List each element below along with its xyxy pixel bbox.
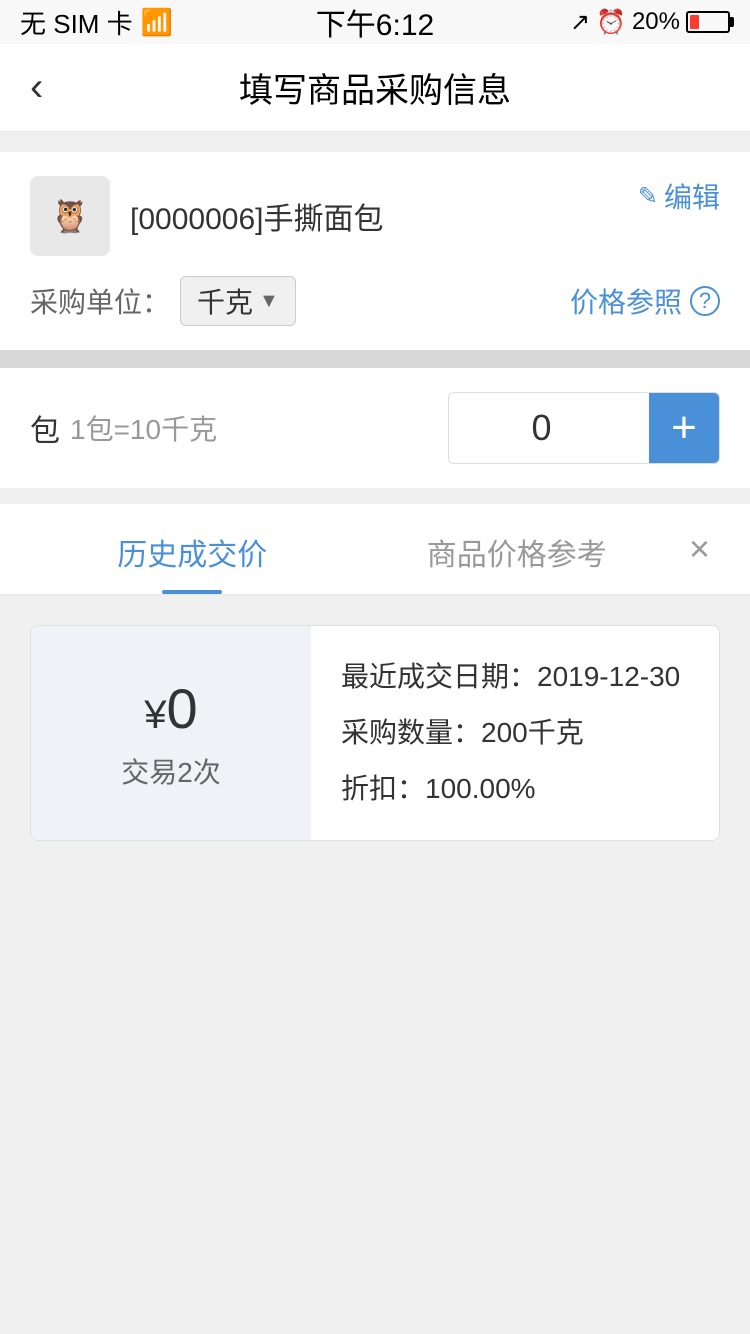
carrier-text: 无 SIM 卡 <box>20 4 133 41</box>
product-edit-label: 编辑 <box>664 176 720 216</box>
transaction-left-panel: ¥0 交易2次 <box>31 626 311 840</box>
gray-divider <box>0 350 750 368</box>
tabs-bar: 历史成交价 商品价格参考 × <box>0 504 750 595</box>
nav-bar: ‹ 填写商品采购信息 <box>0 44 750 132</box>
quantity-label: 包 1包=10千克 <box>30 406 217 450</box>
transaction-right-panel: 最近成交日期：2019-12-30 采购数量：200千克 折扣：100.00% <box>311 626 719 840</box>
battery-fill <box>690 15 699 29</box>
discount-value: 100.00% <box>425 773 536 804</box>
status-left: 无 SIM 卡 📶 <box>20 4 173 41</box>
unit-dropdown[interactable]: 千克 ▼ <box>180 276 296 326</box>
status-right: ↗ ⏰ 20% <box>570 8 730 37</box>
product-edit-button[interactable]: ✎ 编辑 <box>638 176 720 216</box>
transaction-price: ¥0 <box>144 676 197 741</box>
currency-symbol: ¥ <box>144 693 166 737</box>
tab-close-button[interactable]: × <box>679 508 720 590</box>
battery-percent: 20% <box>632 8 680 36</box>
transaction-count: 交易2次 <box>121 751 221 791</box>
price-ref-help-icon: ? <box>690 286 720 316</box>
dropdown-arrow-icon: ▼ <box>259 290 279 313</box>
back-button[interactable]: ‹ <box>30 65 90 110</box>
purchase-qty-value: 200千克 <box>481 717 584 748</box>
product-owl-icon: 🦉 <box>50 197 90 235</box>
price-ref-label: 价格参照 <box>570 281 682 321</box>
tab-product-price-ref[interactable]: 商品价格参考 <box>354 504 678 594</box>
alarm-icon: ⏰ <box>596 8 626 37</box>
product-header: 🦉 [0000006]手撕面包 ✎ 编辑 <box>30 176 720 256</box>
price-value: 0 <box>167 677 198 740</box>
purchase-qty-label: 采购数量： <box>341 717 481 748</box>
unit-label: 采购单位： <box>30 281 170 321</box>
product-unit-row: 采购单位： 千克 ▼ 价格参照 ? <box>30 276 720 326</box>
quantity-conversion-text: 1包=10千克 <box>70 408 217 448</box>
transaction-card: ¥0 交易2次 最近成交日期：2019-12-30 采购数量：200千克 折扣：… <box>30 625 720 841</box>
product-card: 🦉 [0000006]手撕面包 ✎ 编辑 采购单位： 千克 ▼ 价格参照 ? <box>0 152 750 350</box>
main-content: 历史成交价 商品价格参考 × ¥0 交易2次 最近成交日期：2019-12-30… <box>0 504 750 1104</box>
tab-history-price[interactable]: 历史成交价 <box>30 504 354 594</box>
recent-date-value: 2019-12-30 <box>537 661 680 692</box>
product-name: [0000006]手撕面包 <box>130 194 383 238</box>
product-unit-left: 采购单位： 千克 ▼ <box>30 276 296 326</box>
quantity-input[interactable] <box>449 393 649 463</box>
product-image: 🦉 <box>30 176 110 256</box>
recent-date-label: 最近成交日期： <box>341 661 537 692</box>
quantity-input-group: + <box>448 392 720 464</box>
battery-icon <box>686 11 730 33</box>
page-title: 填写商品采购信息 <box>239 63 511 112</box>
wifi-icon: 📶 <box>141 7 173 38</box>
discount-row: 折扣：100.00% <box>341 768 689 810</box>
recent-date-row: 最近成交日期：2019-12-30 <box>341 656 689 698</box>
quantity-row: 包 1包=10千克 + <box>0 368 750 488</box>
unit-value: 千克 <box>197 281 253 321</box>
location-icon: ↗ <box>570 8 590 37</box>
status-bar: 无 SIM 卡 📶 下午6:12 ↗ ⏰ 20% <box>0 0 750 44</box>
price-ref-button[interactable]: 价格参照 ? <box>570 281 720 321</box>
quantity-plus-button[interactable]: + <box>649 393 719 463</box>
edit-icon: ✎ <box>638 182 658 211</box>
purchase-qty-row: 采购数量：200千克 <box>341 712 689 754</box>
quantity-unit: 包 <box>30 406 60 450</box>
product-left: 🦉 [0000006]手撕面包 <box>30 176 383 256</box>
status-time: 下午6:12 <box>316 0 434 44</box>
discount-label: 折扣： <box>341 773 425 804</box>
